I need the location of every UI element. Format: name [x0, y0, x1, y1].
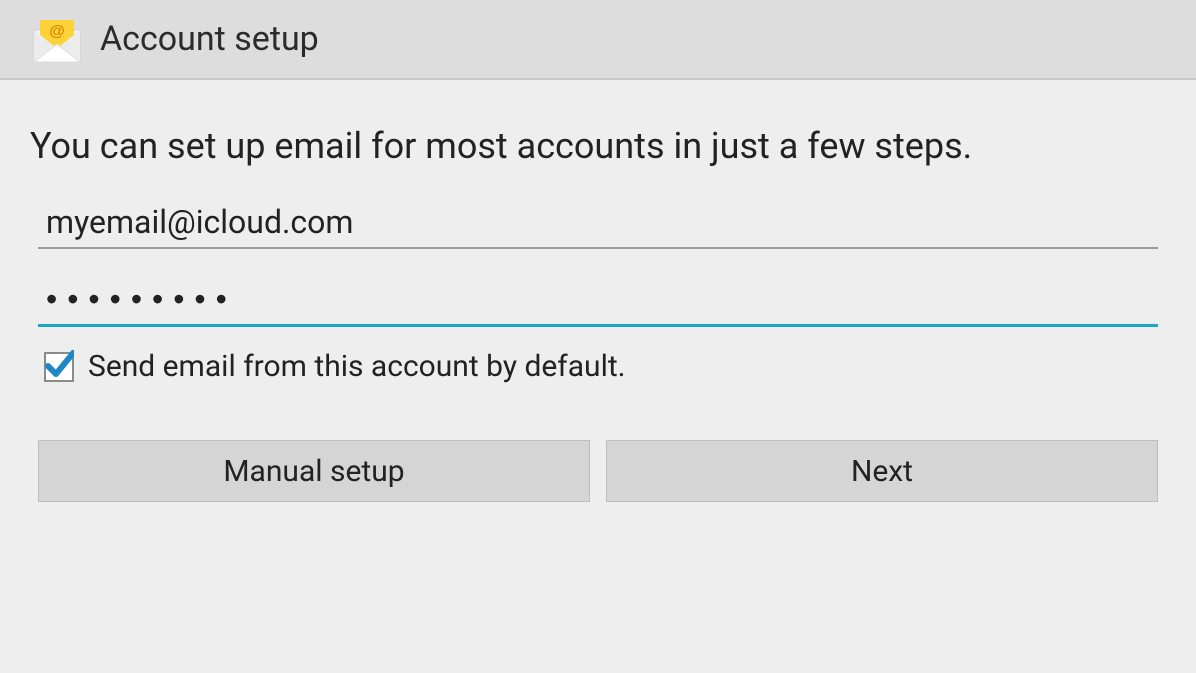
- password-field[interactable]: [38, 271, 1158, 327]
- app-header: @ Account setup: [0, 0, 1196, 80]
- manual-setup-button[interactable]: Manual setup: [38, 440, 590, 502]
- password-field-wrap: [38, 271, 1158, 327]
- default-account-checkbox[interactable]: [44, 352, 74, 382]
- button-row: Manual setup Next: [38, 440, 1158, 502]
- default-account-label: Send email from this account by default.: [88, 349, 626, 384]
- page-title: Account setup: [100, 19, 319, 59]
- email-field-wrap: [38, 193, 1158, 249]
- content-area: You can set up email for most accounts i…: [0, 80, 1196, 502]
- email-app-icon: @: [28, 14, 86, 64]
- setup-heading: You can set up email for most accounts i…: [30, 124, 1166, 169]
- email-field[interactable]: [38, 193, 1158, 249]
- default-account-row: Send email from this account by default.: [44, 349, 1158, 384]
- next-button[interactable]: Next: [606, 440, 1158, 502]
- svg-text:@: @: [49, 23, 65, 40]
